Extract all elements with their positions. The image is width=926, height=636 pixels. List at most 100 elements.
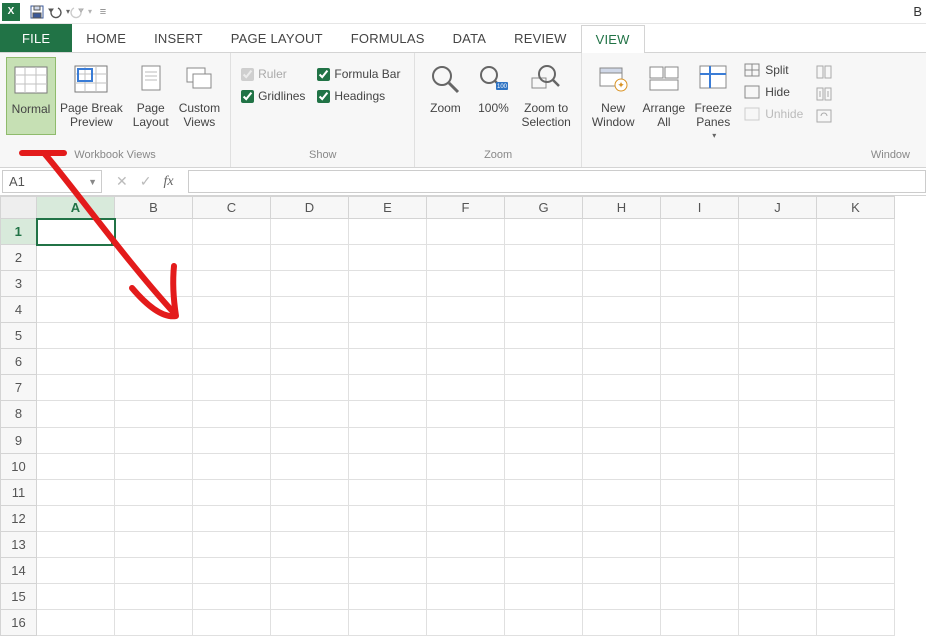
col-header-G[interactable]: G — [505, 197, 583, 219]
cell-B11[interactable] — [115, 479, 193, 505]
cell-E4[interactable] — [349, 297, 427, 323]
cell-F11[interactable] — [427, 479, 505, 505]
cell-I7[interactable] — [661, 375, 739, 401]
cell-B12[interactable] — [115, 505, 193, 531]
row-header-6[interactable]: 6 — [1, 349, 37, 375]
cell-K13[interactable] — [817, 531, 895, 557]
cell-F15[interactable] — [427, 583, 505, 609]
cell-E13[interactable] — [349, 531, 427, 557]
cell-K14[interactable] — [817, 557, 895, 583]
cell-K11[interactable] — [817, 479, 895, 505]
col-header-H[interactable]: H — [583, 197, 661, 219]
col-header-B[interactable]: B — [115, 197, 193, 219]
cell-E16[interactable] — [349, 609, 427, 635]
undo-icon[interactable]: ▾ — [48, 1, 70, 23]
col-header-E[interactable]: E — [349, 197, 427, 219]
cell-G13[interactable] — [505, 531, 583, 557]
cell-C5[interactable] — [193, 323, 271, 349]
cell-G12[interactable] — [505, 505, 583, 531]
cell-B4[interactable] — [115, 297, 193, 323]
cell-C9[interactable] — [193, 427, 271, 453]
col-header-K[interactable]: K — [817, 197, 895, 219]
cell-E2[interactable] — [349, 245, 427, 271]
spreadsheet[interactable]: A B C D E F G H I J K 123456789101112131… — [0, 196, 926, 636]
col-header-D[interactable]: D — [271, 197, 349, 219]
cell-B14[interactable] — [115, 557, 193, 583]
cell-C12[interactable] — [193, 505, 271, 531]
cell-K6[interactable] — [817, 349, 895, 375]
cell-H1[interactable] — [583, 219, 661, 245]
hide-button[interactable]: Hide — [743, 81, 803, 103]
cell-E11[interactable] — [349, 479, 427, 505]
cell-G9[interactable] — [505, 427, 583, 453]
cell-K9[interactable] — [817, 427, 895, 453]
cell-C10[interactable] — [193, 453, 271, 479]
cell-G6[interactable] — [505, 349, 583, 375]
cell-I15[interactable] — [661, 583, 739, 609]
cell-E10[interactable] — [349, 453, 427, 479]
cell-E8[interactable] — [349, 401, 427, 427]
cell-H14[interactable] — [583, 557, 661, 583]
cell-A12[interactable] — [37, 505, 115, 531]
cell-K5[interactable] — [817, 323, 895, 349]
cell-C15[interactable] — [193, 583, 271, 609]
cell-B9[interactable] — [115, 427, 193, 453]
cell-H9[interactable] — [583, 427, 661, 453]
cell-C2[interactable] — [193, 245, 271, 271]
cell-H10[interactable] — [583, 453, 661, 479]
cell-C7[interactable] — [193, 375, 271, 401]
cell-D2[interactable] — [271, 245, 349, 271]
cell-I8[interactable] — [661, 401, 739, 427]
cell-H7[interactable] — [583, 375, 661, 401]
cell-A2[interactable] — [37, 245, 115, 271]
cell-D6[interactable] — [271, 349, 349, 375]
cell-J7[interactable] — [739, 375, 817, 401]
cell-K8[interactable] — [817, 401, 895, 427]
cell-K1[interactable] — [817, 219, 895, 245]
cell-D7[interactable] — [271, 375, 349, 401]
cell-C4[interactable] — [193, 297, 271, 323]
zoom-100-button[interactable]: 100 100% — [469, 57, 517, 133]
cell-F8[interactable] — [427, 401, 505, 427]
page-break-preview-button[interactable]: Page BreakPreview — [56, 57, 127, 133]
row-header-8[interactable]: 8 — [1, 401, 37, 427]
row-header-15[interactable]: 15 — [1, 583, 37, 609]
cell-I6[interactable] — [661, 349, 739, 375]
cell-E5[interactable] — [349, 323, 427, 349]
cell-D11[interactable] — [271, 479, 349, 505]
cell-G15[interactable] — [505, 583, 583, 609]
cell-F3[interactable] — [427, 271, 505, 297]
cell-H2[interactable] — [583, 245, 661, 271]
col-header-J[interactable]: J — [739, 197, 817, 219]
cell-J8[interactable] — [739, 401, 817, 427]
cell-J15[interactable] — [739, 583, 817, 609]
cell-J11[interactable] — [739, 479, 817, 505]
fx-icon[interactable]: fx — [163, 174, 173, 190]
col-header-F[interactable]: F — [427, 197, 505, 219]
cell-C11[interactable] — [193, 479, 271, 505]
cell-J12[interactable] — [739, 505, 817, 531]
cell-I11[interactable] — [661, 479, 739, 505]
cell-I12[interactable] — [661, 505, 739, 531]
cell-B15[interactable] — [115, 583, 193, 609]
cell-A6[interactable] — [37, 349, 115, 375]
reset-window-button[interactable] — [815, 105, 837, 127]
cell-A9[interactable] — [37, 427, 115, 453]
select-all-corner[interactable] — [1, 197, 37, 219]
cell-A3[interactable] — [37, 271, 115, 297]
cell-G3[interactable] — [505, 271, 583, 297]
cell-C13[interactable] — [193, 531, 271, 557]
cell-J6[interactable] — [739, 349, 817, 375]
cell-G14[interactable] — [505, 557, 583, 583]
cell-D8[interactable] — [271, 401, 349, 427]
cell-H12[interactable] — [583, 505, 661, 531]
cell-J3[interactable] — [739, 271, 817, 297]
cell-H11[interactable] — [583, 479, 661, 505]
cell-A15[interactable] — [37, 583, 115, 609]
cell-A1[interactable] — [37, 219, 115, 245]
cell-C8[interactable] — [193, 401, 271, 427]
cell-C3[interactable] — [193, 271, 271, 297]
tab-file[interactable]: FILE — [0, 24, 72, 52]
cell-H4[interactable] — [583, 297, 661, 323]
cell-H13[interactable] — [583, 531, 661, 557]
